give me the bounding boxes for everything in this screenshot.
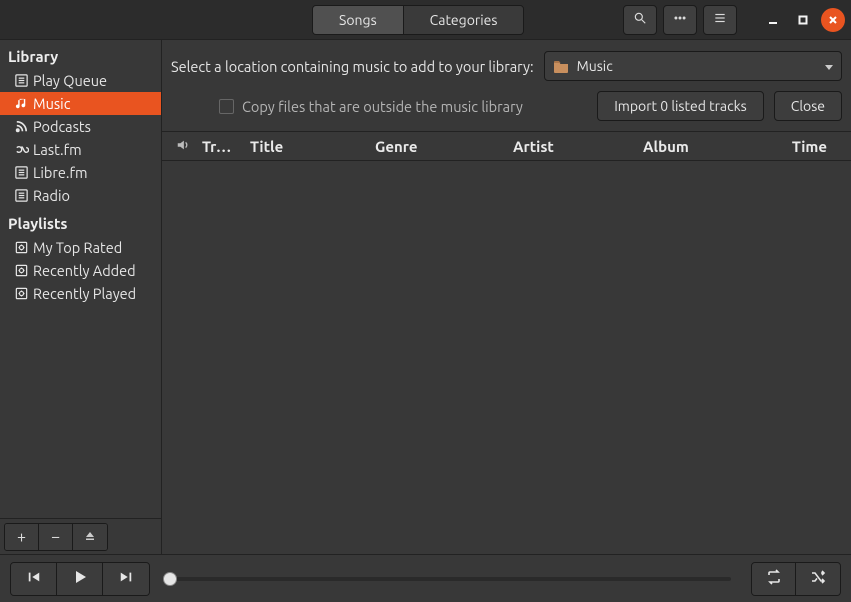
import-tracks-button[interactable]: Import 0 listed tracks <box>597 91 764 121</box>
sidebar-item-recently-played[interactable]: Recently Played <box>0 282 161 305</box>
folder-icon <box>553 58 569 74</box>
close-icon <box>828 12 838 28</box>
column-album[interactable]: Album <box>637 138 785 155</box>
eject-icon <box>84 529 96 545</box>
sidebar-item-lastfm[interactable]: Last.fm <box>0 138 161 161</box>
more-button[interactable] <box>663 5 697 35</box>
view-switcher: Songs Categories <box>312 5 524 35</box>
sidebar-item-label: Radio <box>33 187 70 204</box>
sidebar-item-label: Recently Added <box>33 262 136 279</box>
sidebar-item-librefm[interactable]: Libre.fm <box>0 161 161 184</box>
sidebar-item-top-rated[interactable]: My Top Rated <box>0 236 161 259</box>
sidebar-item-music[interactable]: Music <box>0 92 161 115</box>
smart-playlist-icon <box>13 286 29 302</box>
chevron-down-icon <box>825 58 833 74</box>
plus-icon: + <box>17 529 26 545</box>
next-button[interactable] <box>103 563 149 595</box>
copy-files-checkbox-row[interactable]: Copy files that are outside the music li… <box>219 98 523 115</box>
sidebar-item-label: Libre.fm <box>33 164 87 181</box>
previous-button[interactable] <box>11 563 57 595</box>
repeat-button[interactable] <box>752 563 796 595</box>
sidebar: Library Play Queue Music Podcasts Last.fm Lib… <box>0 40 162 554</box>
shuffle-button[interactable] <box>796 563 840 595</box>
sidebar-item-label: Play Queue <box>33 72 107 89</box>
shuffle-icon <box>810 569 826 588</box>
speaker-icon <box>176 138 190 155</box>
tab-categories[interactable]: Categories <box>404 6 524 34</box>
import-prompt: Select a location containing music to ad… <box>171 58 534 75</box>
search-button[interactable] <box>623 5 657 35</box>
sidebar-item-podcasts[interactable]: Podcasts <box>0 115 161 138</box>
location-dropdown[interactable]: Music <box>544 51 842 81</box>
sidebar-item-label: Recently Played <box>33 285 136 302</box>
queue-icon <box>13 73 29 89</box>
minimize-icon <box>768 12 778 28</box>
smart-playlist-icon <box>13 240 29 256</box>
list-icon <box>13 165 29 181</box>
column-playing[interactable] <box>170 138 196 155</box>
window-close-button[interactable] <box>821 8 845 32</box>
minus-icon: − <box>51 529 60 545</box>
list-icon <box>13 188 29 204</box>
titlebar: Songs Categories <box>0 0 851 40</box>
close-import-button[interactable]: Close <box>774 91 842 121</box>
music-note-icon <box>13 96 29 112</box>
hamburger-icon <box>713 11 727 28</box>
window-maximize-button[interactable] <box>791 8 815 32</box>
column-time[interactable]: Time <box>785 138 843 155</box>
dots-icon <box>673 11 687 28</box>
progress-slider[interactable] <box>162 572 739 586</box>
rss-icon <box>13 119 29 135</box>
sidebar-footer: + − <box>0 518 161 554</box>
transport-controls <box>10 562 150 596</box>
menu-button[interactable] <box>703 5 737 35</box>
remove-playlist-button[interactable]: − <box>39 524 73 550</box>
skip-forward-icon <box>119 570 133 587</box>
sidebar-section-header: Playlists <box>0 207 161 236</box>
play-button[interactable] <box>57 563 103 595</box>
track-list-header: Track Title Genre Artist Album Time <box>162 131 851 161</box>
body: Library Play Queue Music Podcasts Last.fm Lib… <box>0 40 851 554</box>
search-icon <box>633 11 647 28</box>
column-genre[interactable]: Genre <box>369 138 507 155</box>
location-value: Music <box>577 58 817 74</box>
progress-thumb[interactable] <box>163 572 177 586</box>
smart-playlist-icon <box>13 263 29 279</box>
copy-files-label: Copy files that are outside the music li… <box>242 98 523 115</box>
sidebar-item-recently-added[interactable]: Recently Added <box>0 259 161 282</box>
add-playlist-button[interactable]: + <box>5 524 39 550</box>
sidebar-item-radio[interactable]: Radio <box>0 184 161 207</box>
column-artist[interactable]: Artist <box>507 138 637 155</box>
repeat-icon <box>766 569 782 588</box>
tab-songs[interactable]: Songs <box>313 6 404 34</box>
maximize-icon <box>798 12 808 28</box>
column-title[interactable]: Title <box>244 138 369 155</box>
eject-button[interactable] <box>73 524 107 550</box>
track-list-body[interactable] <box>162 161 851 554</box>
sidebar-item-label: Music <box>33 95 70 112</box>
import-bar: Select a location containing music to ad… <box>162 40 851 85</box>
sidebar-section-header: Library <box>0 40 161 69</box>
sidebar-item-label: My Top Rated <box>33 239 122 256</box>
copy-files-checkbox[interactable] <box>219 99 234 114</box>
sidebar-item-label: Podcasts <box>33 118 91 135</box>
player-right-controls <box>751 562 841 596</box>
player-bar <box>0 554 851 602</box>
play-icon <box>72 569 88 588</box>
skip-back-icon <box>27 570 41 587</box>
column-track[interactable]: Track <box>196 138 244 155</box>
app-window: Songs Categories Library Play Queue Music P… <box>0 0 851 602</box>
sidebar-item-label: Last.fm <box>33 141 82 158</box>
window-minimize-button[interactable] <box>761 8 785 32</box>
import-row-2: Copy files that are outside the music li… <box>162 85 851 131</box>
progress-track <box>170 577 731 581</box>
lastfm-icon <box>13 142 29 158</box>
sidebar-item-play-queue[interactable]: Play Queue <box>0 69 161 92</box>
main-panel: Select a location containing music to ad… <box>162 40 851 554</box>
